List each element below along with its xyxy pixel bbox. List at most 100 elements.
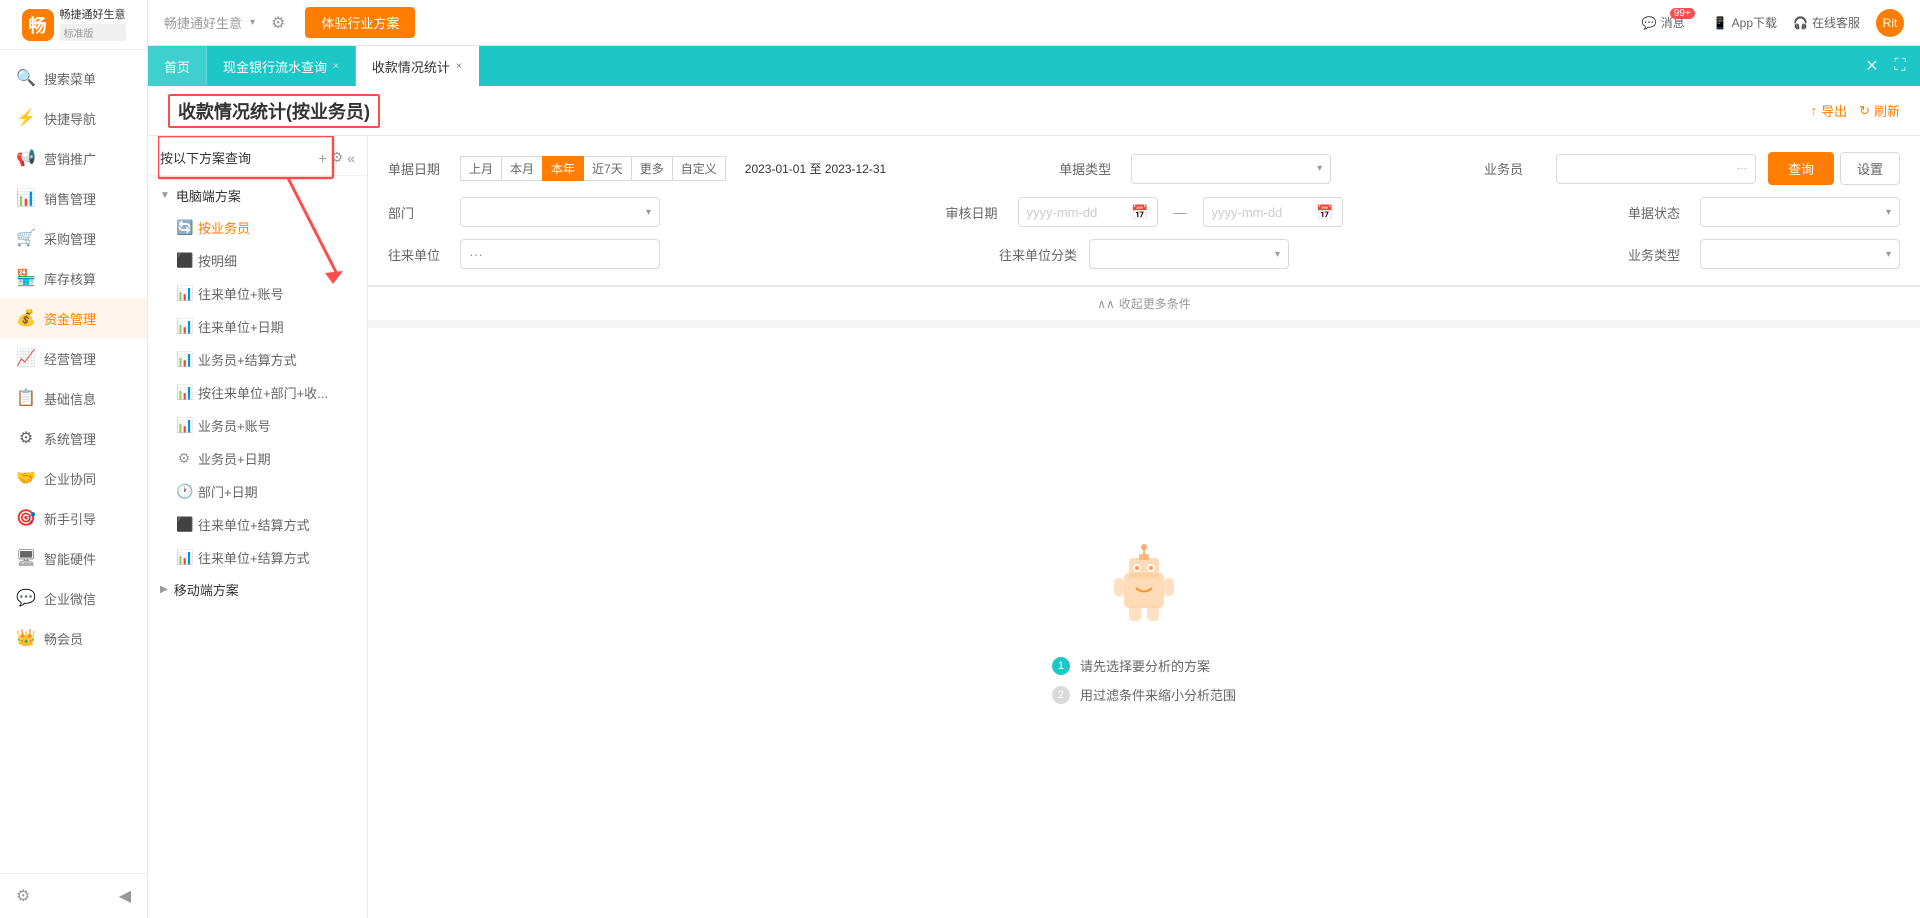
main-content: 收款情况统计(按业务员) ↑ 导出 ↻ 刷新 按以下方案查询 + ⚙ «	[148, 86, 1920, 918]
online-service-label: 在线客服	[1812, 14, 1860, 31]
salesperson-select[interactable]: ···	[1556, 154, 1756, 184]
dept-select[interactable]: ▾	[460, 197, 660, 227]
tab-receivable-stats-close[interactable]: ×	[456, 61, 462, 72]
tab-receivable-stats[interactable]: 收款情况统计 ×	[356, 46, 479, 86]
review-date-end[interactable]: yyyy-mm-dd 📅	[1203, 197, 1343, 227]
scheme-item-dept-date[interactable]: 🕐 部门+日期	[148, 475, 367, 508]
doc-type-select[interactable]: ▾	[1131, 154, 1331, 184]
review-date-start[interactable]: yyyy-mm-dd 📅	[1018, 197, 1158, 227]
biz-type-select[interactable]: ▾	[1700, 239, 1900, 269]
scheme-item-partner-settle1[interactable]: ⬛ 往来单位+结算方式	[148, 508, 367, 541]
date-tab-this-month[interactable]: 本月	[501, 156, 543, 181]
date-end-picker-icon[interactable]: 📅	[1316, 204, 1333, 221]
export-button[interactable]: ↑ 导出	[1811, 101, 1848, 120]
tab-home[interactable]: 首页	[148, 46, 207, 86]
sidebar-item-hardware[interactable]: 🖥 智能硬件	[0, 538, 147, 578]
partner-type-select[interactable]: ▾	[1089, 239, 1289, 269]
user-avatar[interactable]: Rit	[1876, 9, 1904, 37]
sidebar-item-search-menu[interactable]: 🔍 搜索菜单	[0, 58, 147, 98]
scheme-group-desktop-header[interactable]: ▼ 电脑端方案	[148, 180, 367, 211]
sidebar-item-marketing[interactable]: 📢 营销推广	[0, 138, 147, 178]
scheme-list: ▼ 电脑端方案 🔄 按业务员 ⬛ 按明细 📊 往来单位+账号	[148, 176, 367, 918]
desktop-group-label: 电脑端方案	[176, 186, 241, 205]
purchase-icon: 🛒	[16, 228, 36, 248]
content-wrapper: 按以下方案查询 + ⚙ « ▼ 电脑端方案 🔄 按业务员	[148, 136, 1920, 918]
sidebar-item-quick-nav[interactable]: ⚡ 快捷导航	[0, 98, 147, 138]
app-download-button[interactable]: 📱 App下载	[1713, 14, 1777, 31]
app-name-breadcrumb: 畅捷通好生意	[164, 13, 242, 32]
scheme-item-by-salesperson[interactable]: 🔄 按业务员	[148, 211, 367, 244]
online-service-button[interactable]: 🎧 在线客服	[1793, 14, 1860, 31]
trial-button[interactable]: 体验行业方案	[305, 7, 415, 38]
scheme-item-partner-date[interactable]: 📊 往来单位+日期	[148, 310, 367, 343]
doc-status-label: 单据状态	[1628, 203, 1688, 222]
sidebar-item-enterprise[interactable]: 🤝 企业协同	[0, 458, 147, 498]
close-tab-icon[interactable]: ✕	[1860, 54, 1884, 78]
settings-button[interactable]: 设置	[1840, 152, 1900, 185]
collapse-sidebar-icon[interactable]: ◀	[119, 886, 131, 906]
sidebar-item-inventory[interactable]: 🏪 库存核算	[0, 258, 147, 298]
partner-ellipsis-icon[interactable]: ···	[469, 246, 483, 262]
breadcrumb-dropdown-icon[interactable]: ▾	[250, 17, 255, 28]
sidebar-item-label: 资金管理	[44, 309, 96, 328]
tab-bank-flow[interactable]: 现金银行流水查询 ×	[207, 46, 356, 86]
sidebar-item-label: 企业协同	[44, 469, 96, 488]
doc-status-select[interactable]: ▾	[1700, 197, 1900, 227]
scheme-group-mobile-header[interactable]: ▶ 移动端方案	[148, 574, 367, 605]
download-icon: 📱	[1713, 16, 1728, 30]
dept-date-label: 部门+日期	[198, 482, 258, 501]
sidebar-item-operations[interactable]: 📈 经营管理	[0, 338, 147, 378]
scheme-item-partner-dept-collect[interactable]: 📊 按往来单位+部门+收...	[148, 376, 367, 409]
refresh-button[interactable]: ↻ 刷新	[1859, 101, 1900, 120]
messages-button[interactable]: 💬 消息 99+	[1642, 14, 1685, 31]
sidebar-item-basic[interactable]: 📋 基础信息	[0, 378, 147, 418]
maximize-tab-icon[interactable]: ⛶	[1888, 54, 1912, 78]
mobile-group-label: 移动端方案	[174, 580, 239, 599]
guide-icon: 🎯	[16, 508, 36, 528]
sidebar-item-wechat[interactable]: 💬 企业微信	[0, 578, 147, 618]
scheme-item-salesperson-date[interactable]: ⚙ 业务员+日期	[148, 442, 367, 475]
date-tab-this-year[interactable]: 本年	[542, 156, 584, 181]
empty-step-2: 2 用过滤条件来缩小分析范围	[1052, 685, 1236, 704]
filter-panel: 单据日期 上月 本月 本年 近7天 更多 自定义 2023-01-01 至 20…	[368, 136, 1920, 918]
date-tab-custom[interactable]: 自定义	[672, 156, 726, 181]
scheme-item-partner-account[interactable]: 📊 往来单位+账号	[148, 277, 367, 310]
date-tab-more[interactable]: 更多	[631, 156, 673, 181]
operations-icon: 📈	[16, 348, 36, 368]
query-button[interactable]: 查询	[1768, 152, 1834, 185]
top-header: 畅捷通好生意 ▾ ⚙ 体验行业方案 💬 消息 99+ 📱 App下载 🎧 在线客…	[148, 0, 1920, 46]
collapse-filter-button[interactable]: ∧∧ 收起更多条件	[368, 286, 1920, 320]
scheme-item-salesperson-account[interactable]: 📊 业务员+账号	[148, 409, 367, 442]
sidebar-item-system[interactable]: ⚙ 系统管理	[0, 418, 147, 458]
tab-bank-flow-close[interactable]: ×	[333, 61, 339, 72]
message-badge: 99+	[1670, 8, 1695, 19]
scheme-add-icon[interactable]: +	[318, 150, 326, 166]
sidebar-item-label: 基础信息	[44, 389, 96, 408]
sidebar-item-purchase[interactable]: 🛒 采购管理	[0, 218, 147, 258]
scheme-collapse-icon[interactable]: «	[347, 150, 355, 166]
scheme-item-by-detail[interactable]: ⬛ 按明细	[148, 244, 367, 277]
sidebar-item-guide[interactable]: 🎯 新手引导	[0, 498, 147, 538]
sidebar-item-sales[interactable]: 📊 销售管理	[0, 178, 147, 218]
scheme-header-icons: + ⚙ «	[318, 149, 355, 166]
date-tab-last-month[interactable]: 上月	[460, 156, 502, 181]
page-header: 收款情况统计(按业务员) ↑ 导出 ↻ 刷新	[148, 86, 1920, 136]
scheme-item-salesperson-settle[interactable]: 📊 业务员+结算方式	[148, 343, 367, 376]
gear-settings-icon[interactable]: ⚙	[271, 13, 285, 33]
sidebar-item-finance[interactable]: 💰 资金管理	[0, 298, 147, 338]
review-date-end-text: yyyy-mm-dd	[1212, 205, 1283, 220]
date-start-picker-icon[interactable]: 📅	[1131, 204, 1148, 221]
scheme-item-partner-settle2[interactable]: 📊 往来单位+结算方式	[148, 541, 367, 574]
dept-date-icon: 🕐	[176, 483, 192, 500]
salesperson-settle-icon: 📊	[176, 351, 192, 368]
service-icon: 🎧	[1793, 16, 1808, 30]
partner-select[interactable]: ···	[460, 239, 660, 269]
doc-type-label: 单据类型	[1059, 159, 1119, 178]
scheme-settings-icon[interactable]: ⚙	[331, 149, 344, 166]
sidebar-item-member[interactable]: 👑 畅会员	[0, 618, 147, 658]
date-tab-7days[interactable]: 近7天	[583, 156, 632, 181]
settings-bottom-icon[interactable]: ⚙	[16, 886, 30, 906]
sidebar-item-label: 新手引导	[44, 509, 96, 528]
date-tabs: 上月 本月 本年 近7天 更多 自定义	[460, 156, 725, 181]
empty-robot-svg	[1094, 533, 1194, 633]
